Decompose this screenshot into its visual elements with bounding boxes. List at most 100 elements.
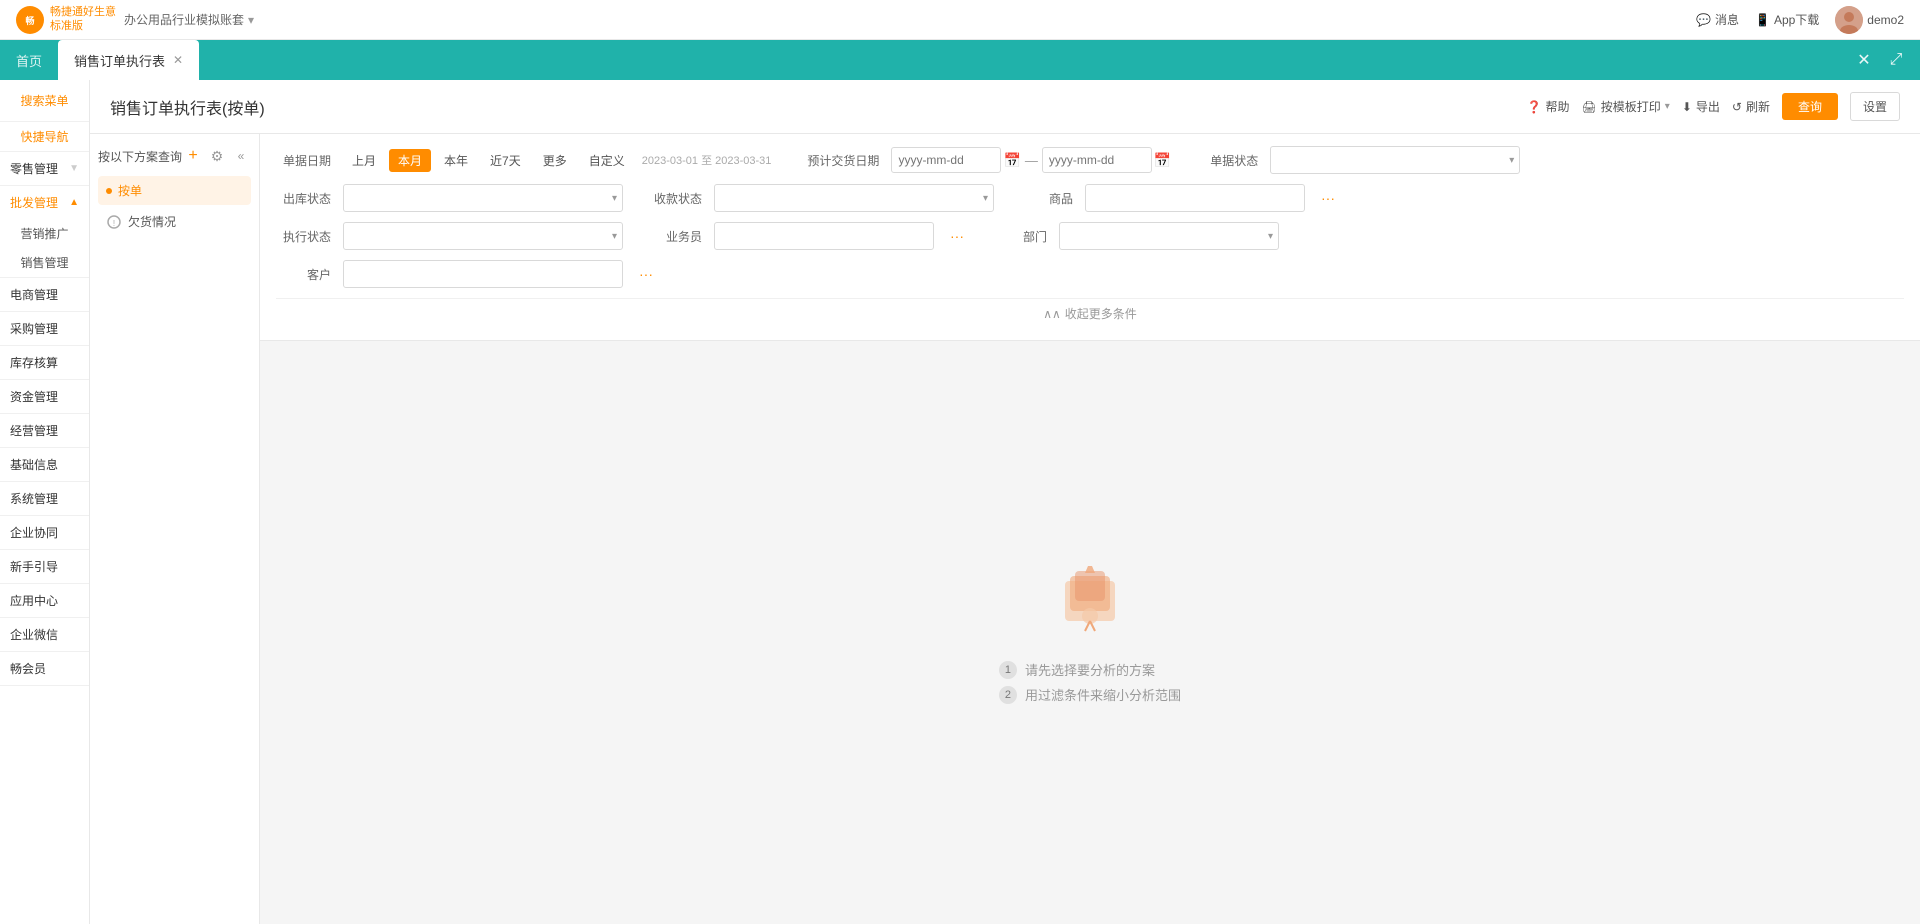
sidebar-item-retail[interactable]: 零售管理 ▼ <box>0 152 89 185</box>
logo-icon: 畅 <box>16 6 44 34</box>
filter-row-2: 出库状态 ▾ 收款状态 ▾ 商品 ··· <box>276 184 1904 212</box>
print-dropdown-icon[interactable]: ▾ <box>1665 101 1670 112</box>
svg-text:畅: 畅 <box>25 15 34 26</box>
date-btn-lastmonth[interactable]: 上月 <box>343 149 385 172</box>
tab-home[interactable]: 首页 <box>0 40 58 80</box>
page-title: 销售订单执行表(按单) <box>110 95 265 119</box>
sidebar-group-wholesale: 批发管理 ▲ 营销推广 销售管理 <box>0 186 89 278</box>
date-btn-7days[interactable]: 近7天 <box>481 149 530 172</box>
svg-text:!: ! <box>113 219 115 228</box>
scheme-item-shortage[interactable]: ! 欠货情况 <box>98 207 251 236</box>
refresh-btn[interactable]: ↺ 刷新 <box>1732 98 1770 115</box>
expected-date-end[interactable] <box>1042 147 1152 173</box>
status-select-wrap: ▾ <box>1270 146 1520 174</box>
date-btn-thisyear[interactable]: 本年 <box>435 149 477 172</box>
tip-num-1: 1 <box>999 661 1017 679</box>
sidebar-item-appcenter[interactable]: 应用中心 <box>0 584 89 617</box>
sidebar-item-wholesale[interactable]: 批发管理 ▲ <box>0 186 89 219</box>
out-status-select[interactable] <box>343 184 623 212</box>
sidebar-item-inventory[interactable]: 库存核算 <box>0 346 89 379</box>
breadcrumb-arrow[interactable]: ▾ <box>248 13 254 27</box>
sidebar-item-purchase[interactable]: 采购管理 <box>0 312 89 345</box>
sidebar: 搜索菜单 快捷导航 零售管理 ▼ 批发管理 ▲ 营销推广 销售管理 电商管理 采… <box>0 80 90 924</box>
date-range-text: 2023-03-01 至 2023-03-31 <box>642 152 772 168</box>
status-select[interactable] <box>1270 146 1520 174</box>
tab-sales-order[interactable]: 销售订单执行表 ✕ <box>58 40 199 80</box>
user-action[interactable]: demo2 <box>1835 6 1904 34</box>
dept-wrap: ▾ <box>1059 222 1279 250</box>
date-btn-custom[interactable]: 自定义 <box>580 149 634 172</box>
sidebar-item-member[interactable]: 畅会员 <box>0 652 89 685</box>
salesperson-more-btn[interactable]: ··· <box>946 228 968 244</box>
sidebar-item-marketing[interactable]: 营销推广 <box>0 219 89 248</box>
salesperson-input[interactable] <box>714 222 934 250</box>
print-btn[interactable]: 🖨 按模板打印 ▾ <box>1582 98 1670 115</box>
search-menu-btn[interactable]: 搜索菜单 <box>8 88 81 113</box>
query-btn[interactable]: 查询 <box>1782 93 1838 120</box>
sidebar-item-system[interactable]: 系统管理 <box>0 482 89 515</box>
sidebar-group-system: 系统管理 <box>0 482 89 516</box>
collapse-up-icon: ∧∧ <box>1043 307 1061 321</box>
avatar <box>1835 6 1863 34</box>
tab-bar-right: ✕ ⤢ <box>1852 48 1920 72</box>
help-icon: ❓ <box>1527 100 1542 114</box>
tab-close-icon[interactable]: ✕ <box>173 53 183 67</box>
date-calendar-icon-2[interactable]: 📅 <box>1154 152 1171 169</box>
collapse-panel-btn[interactable]: « <box>231 146 251 166</box>
out-status-label: 出库状态 <box>276 190 331 207</box>
sidebar-group-ecommerce: 电商管理 <box>0 278 89 312</box>
sidebar-group-retail: 零售管理 ▼ <box>0 152 89 186</box>
sidebar-group-operations: 经营管理 <box>0 414 89 448</box>
tab-bar: 首页 销售订单执行表 ✕ ✕ ⤢ <box>0 40 1920 80</box>
sidebar-item-operations[interactable]: 经营管理 <box>0 414 89 447</box>
date-calendar-icon-1[interactable]: 📅 <box>1003 152 1020 169</box>
scheme-item-order[interactable]: 按单 <box>98 176 251 205</box>
expected-date-start[interactable] <box>891 147 1001 173</box>
top-header: 畅 畅捷通好生意 标准版 办公用品行业模拟账套 ▾ 💬 消息 📱 App下载 d… <box>0 0 1920 40</box>
out-status-wrap: ▾ <box>343 184 623 212</box>
customer-input[interactable] <box>343 260 623 288</box>
goods-input[interactable] <box>1085 184 1305 212</box>
page-title-row: 销售订单执行表(按单) ❓ 帮助 🖨 按模板打印 ▾ ⬇ 导出 <box>110 92 1900 121</box>
goods-more-btn[interactable]: ··· <box>1317 190 1339 206</box>
app-download-action[interactable]: 📱 App下载 <box>1755 11 1819 28</box>
app-download-icon: 📱 <box>1755 13 1770 27</box>
sidebar-group-purchase: 采购管理 <box>0 312 89 346</box>
sidebar-item-finance[interactable]: 资金管理 <box>0 380 89 413</box>
customer-more-btn[interactable]: ··· <box>635 266 657 282</box>
page-actions: ❓ 帮助 🖨 按模板打印 ▾ ⬇ 导出 ↺ 刷新 <box>1527 92 1900 121</box>
collapse-row[interactable]: ∧∧ 收起更多条件 <box>276 298 1904 328</box>
filter-row-3: 执行状态 ▾ 业务员 ··· 部门 ▾ <box>276 222 1904 250</box>
left-panel-actions: + ⚙ « <box>183 146 251 166</box>
shortage-icon: ! <box>106 214 122 230</box>
export-btn[interactable]: ⬇ 导出 <box>1682 98 1720 115</box>
sidebar-item-ecommerce[interactable]: 电商管理 <box>0 278 89 311</box>
sidebar-item-enterprise[interactable]: 企业协同 <box>0 516 89 549</box>
message-icon: 💬 <box>1696 13 1711 27</box>
exec-status-select[interactable] <box>343 222 623 250</box>
status-label: 单据状态 <box>1203 152 1258 169</box>
settings-scheme-btn[interactable]: ⚙ <box>207 146 227 166</box>
customer-label: 客户 <box>276 266 331 283</box>
sidebar-item-newuser[interactable]: 新手引导 <box>0 550 89 583</box>
tab-expand-btn[interactable]: ⤢ <box>1884 48 1908 72</box>
sidebar-item-wechat[interactable]: 企业微信 <box>0 618 89 651</box>
sidebar-group-appcenter: 应用中心 <box>0 584 89 618</box>
message-action[interactable]: 💬 消息 <box>1696 11 1739 28</box>
sidebar-item-sales-mgmt[interactable]: 销售管理 <box>0 248 89 277</box>
date-btn-more[interactable]: 更多 <box>534 149 576 172</box>
sidebar-search-section: 搜索菜单 <box>0 80 89 122</box>
help-btn[interactable]: ❓ 帮助 <box>1527 98 1570 115</box>
empty-tip-2: 2 用过滤条件来缩小分析范围 <box>999 685 1181 704</box>
dept-select[interactable] <box>1059 222 1279 250</box>
refresh-icon: ↺ <box>1732 100 1742 114</box>
breadcrumb[interactable]: 办公用品行业模拟账套 ▾ <box>124 11 254 28</box>
date-btn-thismonth[interactable]: 本月 <box>389 149 431 172</box>
logo-area: 畅 畅捷通好生意 标准版 <box>16 6 116 34</box>
settings-btn[interactable]: 设置 <box>1850 92 1900 121</box>
sidebar-item-basic-info[interactable]: 基础信息 <box>0 448 89 481</box>
tab-close-window-btn[interactable]: ✕ <box>1852 48 1876 72</box>
add-scheme-btn[interactable]: + <box>183 146 203 166</box>
receipt-status-select[interactable] <box>714 184 994 212</box>
quick-nav-btn[interactable]: 快捷导航 <box>0 122 89 152</box>
